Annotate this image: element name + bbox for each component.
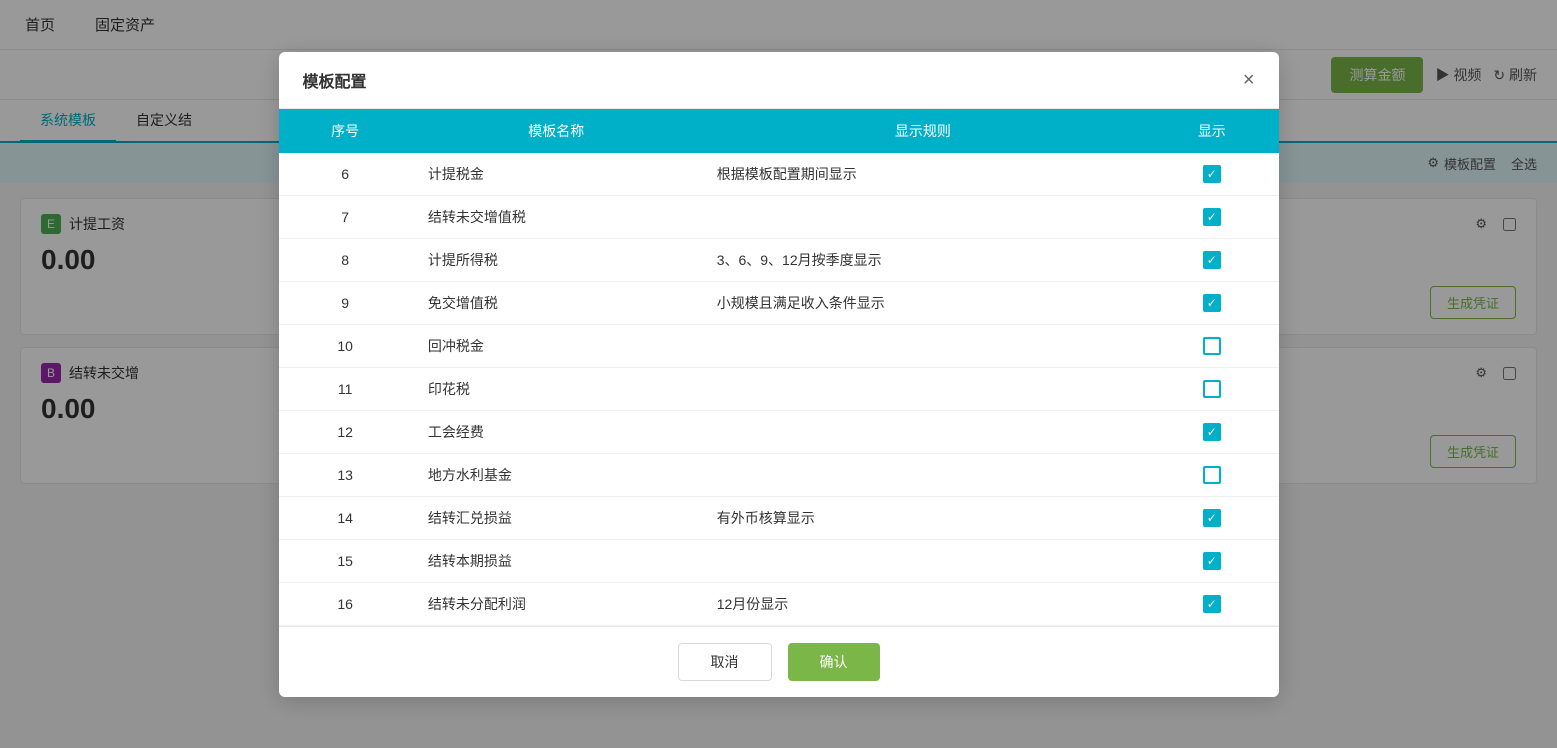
table-row: 13地方水利基金 — [279, 453, 1279, 496]
cell-rule-8: 有外币核算显示 — [701, 496, 1145, 539]
cell-name-0: 计提税金 — [412, 153, 701, 196]
modal-overlay: 模板配置 × 序号 模板名称 显示规则 显示 6计提税金根据模板配置期间显示7结… — [0, 0, 1557, 748]
table-row: 14结转汇兑损益有外币核算显示 — [279, 496, 1279, 539]
cell-name-7: 地方水利基金 — [412, 453, 701, 496]
table-row: 12工会经费 — [279, 410, 1279, 453]
cell-seq-7: 13 — [279, 453, 412, 496]
table-row: 7结转未交增值税 — [279, 195, 1279, 238]
cell-check-8[interactable] — [1145, 496, 1278, 539]
cell-check-0[interactable] — [1145, 153, 1278, 196]
cell-check-4[interactable] — [1145, 324, 1278, 367]
cell-rule-5 — [701, 367, 1145, 410]
cell-rule-7 — [701, 453, 1145, 496]
config-table: 序号 模板名称 显示规则 显示 6计提税金根据模板配置期间显示7结转未交增值税8… — [279, 109, 1279, 626]
modal-close-button[interactable]: × — [1243, 70, 1255, 90]
cell-name-5: 印花税 — [412, 367, 701, 410]
cell-seq-8: 14 — [279, 496, 412, 539]
checkbox-1[interactable] — [1203, 208, 1221, 226]
table-row: 10回冲税金 — [279, 324, 1279, 367]
table-scroll-container[interactable]: 序号 模板名称 显示规则 显示 6计提税金根据模板配置期间显示7结转未交增值税8… — [279, 109, 1279, 626]
table-header-row: 序号 模板名称 显示规则 显示 — [279, 109, 1279, 153]
checkbox-8[interactable] — [1203, 509, 1221, 527]
cell-rule-2: 3、6、9、12月按季度显示 — [701, 238, 1145, 281]
cell-name-8: 结转汇兑损益 — [412, 496, 701, 539]
cell-check-3[interactable] — [1145, 281, 1278, 324]
table-row: 11印花税 — [279, 367, 1279, 410]
cell-seq-9: 15 — [279, 539, 412, 582]
table-body: 6计提税金根据模板配置期间显示7结转未交增值税8计提所得税3、6、9、12月按季… — [279, 153, 1279, 626]
cell-rule-0: 根据模板配置期间显示 — [701, 153, 1145, 196]
modal-header: 模板配置 × — [279, 52, 1279, 109]
confirm-button[interactable]: 确认 — [788, 643, 880, 681]
checkbox-0[interactable] — [1203, 165, 1221, 183]
checkbox-10[interactable] — [1203, 595, 1221, 613]
checkbox-5[interactable] — [1203, 380, 1221, 398]
checkbox-7[interactable] — [1203, 466, 1221, 484]
cell-seq-5: 11 — [279, 367, 412, 410]
cell-check-1[interactable] — [1145, 195, 1278, 238]
checkbox-9[interactable] — [1203, 552, 1221, 570]
col-header-display: 显示 — [1145, 109, 1278, 153]
cell-seq-4: 10 — [279, 324, 412, 367]
table-row: 16结转未分配利润12月份显示 — [279, 582, 1279, 625]
cell-seq-10: 16 — [279, 582, 412, 625]
cell-name-9: 结转本期损益 — [412, 539, 701, 582]
cell-name-10: 结转未分配利润 — [412, 582, 701, 625]
cell-seq-6: 12 — [279, 410, 412, 453]
cell-name-6: 工会经费 — [412, 410, 701, 453]
modal-template-config: 模板配置 × 序号 模板名称 显示规则 显示 6计提税金根据模板配置期间显示7结… — [279, 52, 1279, 697]
cell-name-2: 计提所得税 — [412, 238, 701, 281]
cell-seq-1: 7 — [279, 195, 412, 238]
cell-check-2[interactable] — [1145, 238, 1278, 281]
cell-check-10[interactable] — [1145, 582, 1278, 625]
modal-body: 序号 模板名称 显示规则 显示 6计提税金根据模板配置期间显示7结转未交增值税8… — [279, 109, 1279, 626]
modal-footer: 取消 确认 — [279, 626, 1279, 697]
cell-check-7[interactable] — [1145, 453, 1278, 496]
table-row: 15结转本期损益 — [279, 539, 1279, 582]
cell-rule-9 — [701, 539, 1145, 582]
cell-check-9[interactable] — [1145, 539, 1278, 582]
cell-check-5[interactable] — [1145, 367, 1278, 410]
checkbox-2[interactable] — [1203, 251, 1221, 269]
table-row: 6计提税金根据模板配置期间显示 — [279, 153, 1279, 196]
col-header-rule: 显示规则 — [701, 109, 1145, 153]
cell-name-3: 免交增值税 — [412, 281, 701, 324]
cell-seq-3: 9 — [279, 281, 412, 324]
modal-title: 模板配置 — [303, 68, 367, 92]
cell-name-1: 结转未交增值税 — [412, 195, 701, 238]
cell-seq-2: 8 — [279, 238, 412, 281]
table-row: 8计提所得税3、6、9、12月按季度显示 — [279, 238, 1279, 281]
checkbox-6[interactable] — [1203, 423, 1221, 441]
cell-check-6[interactable] — [1145, 410, 1278, 453]
cell-rule-4 — [701, 324, 1145, 367]
cell-rule-6 — [701, 410, 1145, 453]
col-header-seq: 序号 — [279, 109, 412, 153]
cell-name-4: 回冲税金 — [412, 324, 701, 367]
cell-rule-1 — [701, 195, 1145, 238]
col-header-name: 模板名称 — [412, 109, 701, 153]
cell-rule-3: 小规模且满足收入条件显示 — [701, 281, 1145, 324]
cell-rule-10: 12月份显示 — [701, 582, 1145, 625]
table-row: 9免交增值税小规模且满足收入条件显示 — [279, 281, 1279, 324]
cancel-button[interactable]: 取消 — [678, 643, 772, 681]
cell-seq-0: 6 — [279, 153, 412, 196]
checkbox-3[interactable] — [1203, 294, 1221, 312]
checkbox-4[interactable] — [1203, 337, 1221, 355]
